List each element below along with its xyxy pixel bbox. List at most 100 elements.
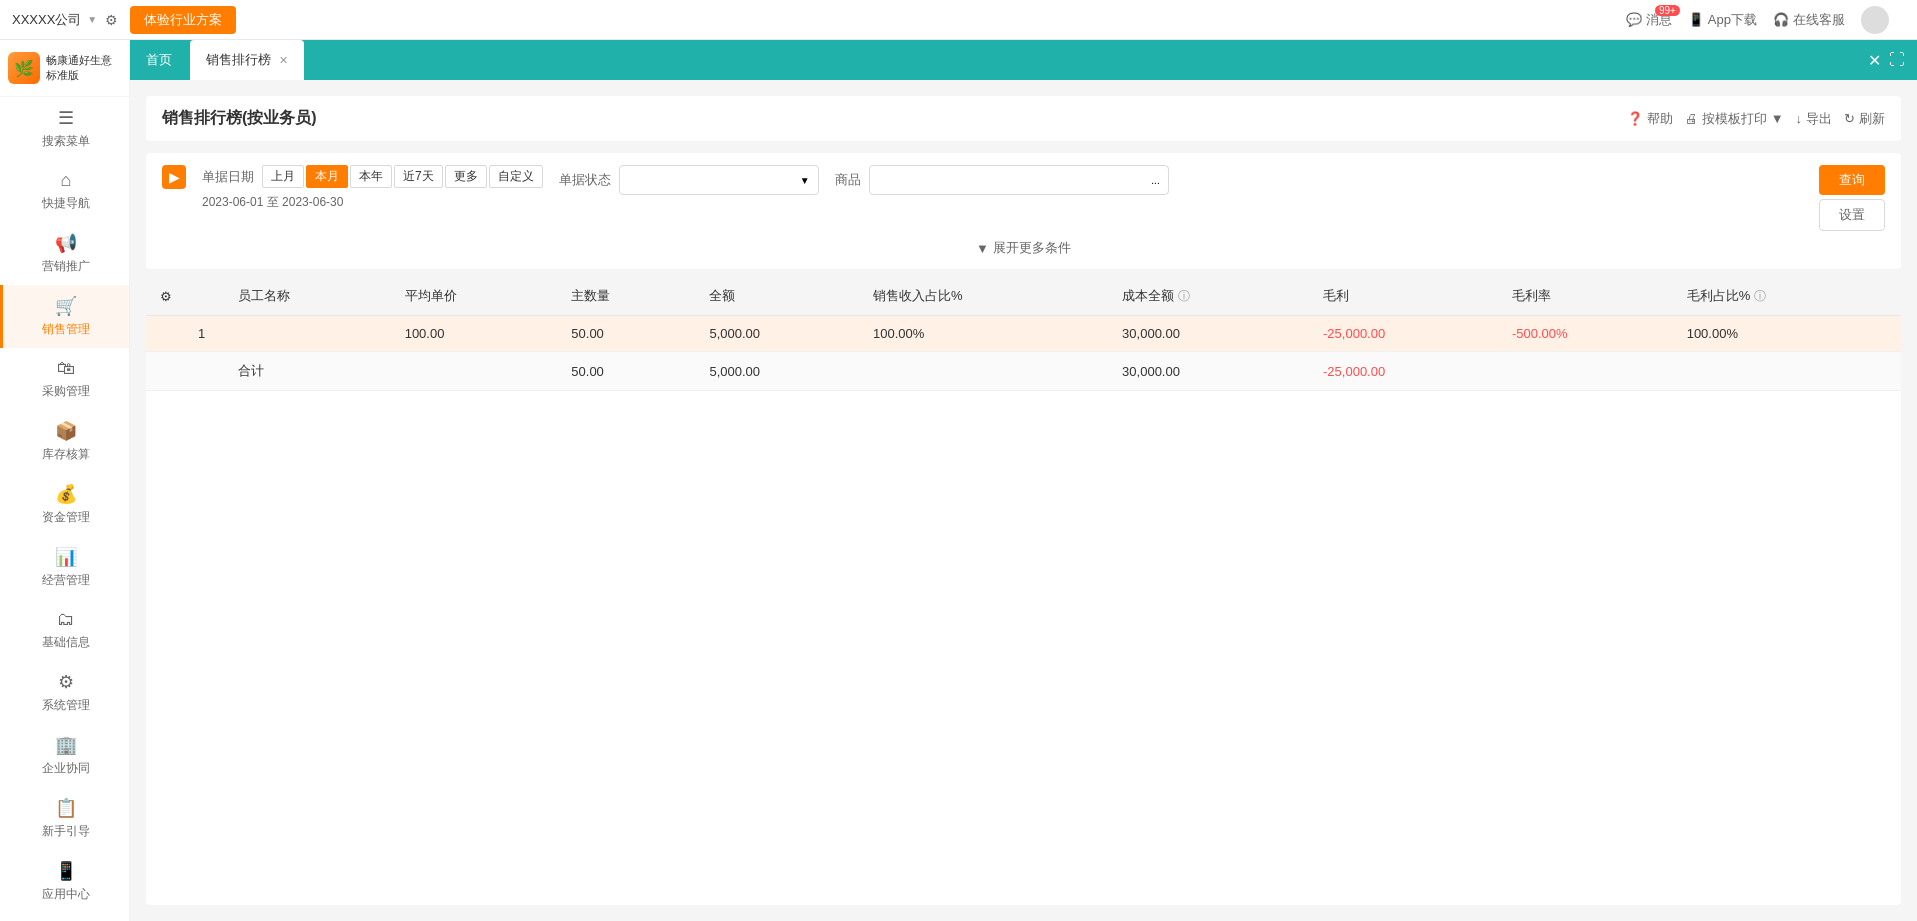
sidebar-item-label: 经营管理 — [42, 572, 90, 589]
online-service-link[interactable]: 🎧 在线客服 — [1773, 11, 1845, 29]
logo-icon: 🌿 — [8, 52, 40, 84]
status-filter: 单据状态 ▼ — [559, 165, 819, 195]
sidebar-item-base-info[interactable]: 🗂 基础信息 — [0, 599, 129, 661]
help-icon: ❓ — [1627, 111, 1643, 126]
data-table: ⚙ 员工名称 平均单价 主数量 全额 销售收入占比% 成本全额 ⓘ 毛利 — [146, 277, 1901, 391]
table-settings-button[interactable]: 设置 — [1819, 199, 1885, 231]
sidebar-item-wechat[interactable]: 💬 企业微信 — [0, 913, 129, 921]
sidebar-item-label: 库存核算 — [42, 446, 90, 463]
print-icon: 🖨 — [1685, 111, 1698, 126]
header-actions: ❓ 帮助 🖨 按模板打印 ▼ ↓ 导出 ↻ 刷新 — [1627, 110, 1885, 128]
page-content: 销售排行榜(按业务员) ❓ 帮助 🖨 按模板打印 ▼ ↓ 导出 — [130, 80, 1917, 921]
tab-home[interactable]: 首页 — [130, 40, 188, 80]
export-icon: ↓ — [1796, 111, 1803, 126]
window-close-button[interactable]: ✕ — [1868, 51, 1881, 70]
sidebar-item-marketing[interactable]: 📢 营销推广 — [0, 222, 129, 285]
col-gross-pct: 毛利占比% ⓘ — [1675, 277, 1901, 316]
date-filter: 单据日期 上月 本月 本年 近7天 更多 自定义 — [202, 165, 543, 188]
goods-filter: 商品 ... — [835, 165, 1169, 195]
date-btn-last-7-days[interactable]: 近7天 — [394, 165, 443, 188]
main-container: 🌿 畅康通好生意 标准版 ☰ 搜索菜单 ⌂ 快捷导航 📢 营销推广 🛒 销售管理… — [0, 40, 1917, 921]
filter-toggle-button[interactable]: ▶ — [162, 165, 186, 189]
date-btn-this-year[interactable]: 本年 — [350, 165, 392, 188]
settings-icon[interactable]: ⚙ — [105, 12, 118, 28]
sidebar-item-finance[interactable]: 💰 资金管理 — [0, 473, 129, 536]
help-button[interactable]: ❓ 帮助 — [1627, 110, 1673, 128]
status-select[interactable]: ▼ — [619, 165, 819, 195]
company-selector[interactable]: XXXXX公司 ▼ — [12, 11, 97, 29]
marketing-icon: 📢 — [55, 232, 77, 254]
tab-sales-ranking[interactable]: 销售排行榜 ✕ — [190, 40, 304, 80]
sidebar-item-label: 搜索菜单 — [42, 133, 90, 150]
footer-settings — [146, 352, 186, 391]
date-btn-more[interactable]: 更多 — [445, 165, 487, 188]
fullscreen-button[interactable]: ⛶ — [1889, 51, 1905, 69]
cell-employee — [226, 316, 393, 352]
date-btn-this-month[interactable]: 本月 — [306, 165, 348, 188]
topbar-right: 💬 消息 99+ 📱 App下载 🎧 在线客服 — [1626, 6, 1905, 34]
sidebar-item-newbie[interactable]: 📋 新手引导 — [0, 787, 129, 850]
sidebar-item-app-center[interactable]: 📱 应用中心 — [0, 850, 129, 913]
date-range-display: 2023-06-01 至 2023-06-30 — [202, 194, 543, 211]
filter-section: ▶ 单据日期 上月 本月 本年 近7天 更多 自定义 — [146, 153, 1901, 269]
cost-info-icon[interactable]: ⓘ — [1178, 289, 1190, 303]
tab-bar: 首页 销售排行榜 ✕ ✕ ⛶ — [130, 40, 1917, 80]
system-icon: ⚙ — [58, 671, 74, 693]
sidebar-item-label: 新手引导 — [42, 823, 90, 840]
message-area[interactable]: 💬 消息 99+ — [1626, 11, 1672, 29]
message-badge: 99+ — [1655, 5, 1680, 16]
logo-text: 畅康通好生意 标准版 — [46, 53, 112, 84]
footer-main-qty: 50.00 — [559, 352, 697, 391]
status-chevron-icon: ▼ — [800, 175, 810, 186]
sidebar-item-label: 应用中心 — [42, 886, 90, 903]
tab-actions: ✕ ⛶ — [1868, 51, 1917, 70]
sidebar-item-inventory[interactable]: 📦 库存核算 — [0, 410, 129, 473]
col-employee: 员工名称 — [226, 277, 393, 316]
sidebar-item-label: 采购管理 — [42, 383, 90, 400]
sidebar-item-enterprise[interactable]: 🏢 企业协同 — [0, 724, 129, 787]
sidebar-item-system[interactable]: ⚙ 系统管理 — [0, 661, 129, 724]
col-main-qty: 主数量 — [559, 277, 697, 316]
col-settings[interactable]: ⚙ — [146, 277, 186, 316]
date-btn-custom[interactable]: 自定义 — [489, 165, 543, 188]
export-button[interactable]: ↓ 导出 — [1796, 110, 1833, 128]
date-btn-last-month[interactable]: 上月 — [262, 165, 304, 188]
logo-area: 🌿 畅康通好生意 标准版 — [0, 40, 129, 97]
col-gross-rate: 毛利率 — [1500, 277, 1675, 316]
search-menu-icon: ☰ — [58, 107, 74, 129]
content-area: 首页 销售排行榜 ✕ ✕ ⛶ 销售排行榜(按业务员) ❓ 帮助 — [130, 40, 1917, 921]
trial-button[interactable]: 体验行业方案 — [130, 6, 236, 34]
tab-home-label: 首页 — [146, 51, 172, 69]
table-header-row: ⚙ 员工名称 平均单价 主数量 全额 销售收入占比% 成本全额 ⓘ 毛利 — [146, 277, 1901, 316]
query-col: 查询 设置 — [1819, 165, 1885, 231]
sidebar-item-label: 销售管理 — [42, 321, 90, 338]
date-buttons: 上月 本月 本年 近7天 更多 自定义 — [262, 165, 543, 188]
print-button[interactable]: 🖨 按模板打印 ▼ — [1685, 110, 1784, 128]
goods-chevron-icon: ... — [1151, 175, 1159, 186]
table-container: ⚙ 员工名称 平均单价 主数量 全额 销售收入占比% 成本全额 ⓘ 毛利 — [146, 277, 1901, 905]
sidebar-item-operations[interactable]: 📊 经营管理 — [0, 536, 129, 599]
footer-gross-pct — [1675, 352, 1901, 391]
sidebar-item-search-orders[interactable]: ☰ 搜索菜单 — [0, 97, 129, 160]
status-label: 单据状态 — [559, 171, 611, 189]
tab-close-icon[interactable]: ✕ — [279, 54, 288, 67]
sidebar-item-label: 企业协同 — [42, 760, 90, 777]
sidebar-item-label: 基础信息 — [42, 634, 90, 651]
app-center-icon: 📱 — [55, 860, 77, 882]
sidebar-item-quick-nav[interactable]: ⌂ 快捷导航 — [0, 160, 129, 222]
operations-icon: 📊 — [55, 546, 77, 568]
avatar[interactable] — [1861, 6, 1889, 34]
goods-select[interactable]: ... — [869, 165, 1169, 195]
filter-inner: ▶ 单据日期 上月 本月 本年 近7天 更多 自定义 — [162, 165, 1885, 231]
export-label: 导出 — [1806, 110, 1832, 128]
refresh-button[interactable]: ↻ 刷新 — [1844, 110, 1885, 128]
sidebar-item-sales[interactable]: 🛒 销售管理 — [0, 285, 129, 348]
gross-pct-info-icon[interactable]: ⓘ — [1754, 289, 1766, 303]
cell-gross-pct: 100.00% — [1675, 316, 1901, 352]
sidebar-item-purchase[interactable]: 🛍 采购管理 — [0, 348, 129, 410]
expand-more-btn[interactable]: ▼ 展开更多条件 — [162, 239, 1885, 257]
topbar: XXXXX公司 ▼ ⚙ 体验行业方案 💬 消息 99+ 📱 App下载 🎧 在线… — [0, 0, 1917, 40]
app-download-link[interactable]: 📱 App下载 — [1688, 11, 1757, 29]
sales-icon: 🛒 — [55, 295, 77, 317]
query-button[interactable]: 查询 — [1819, 165, 1885, 195]
